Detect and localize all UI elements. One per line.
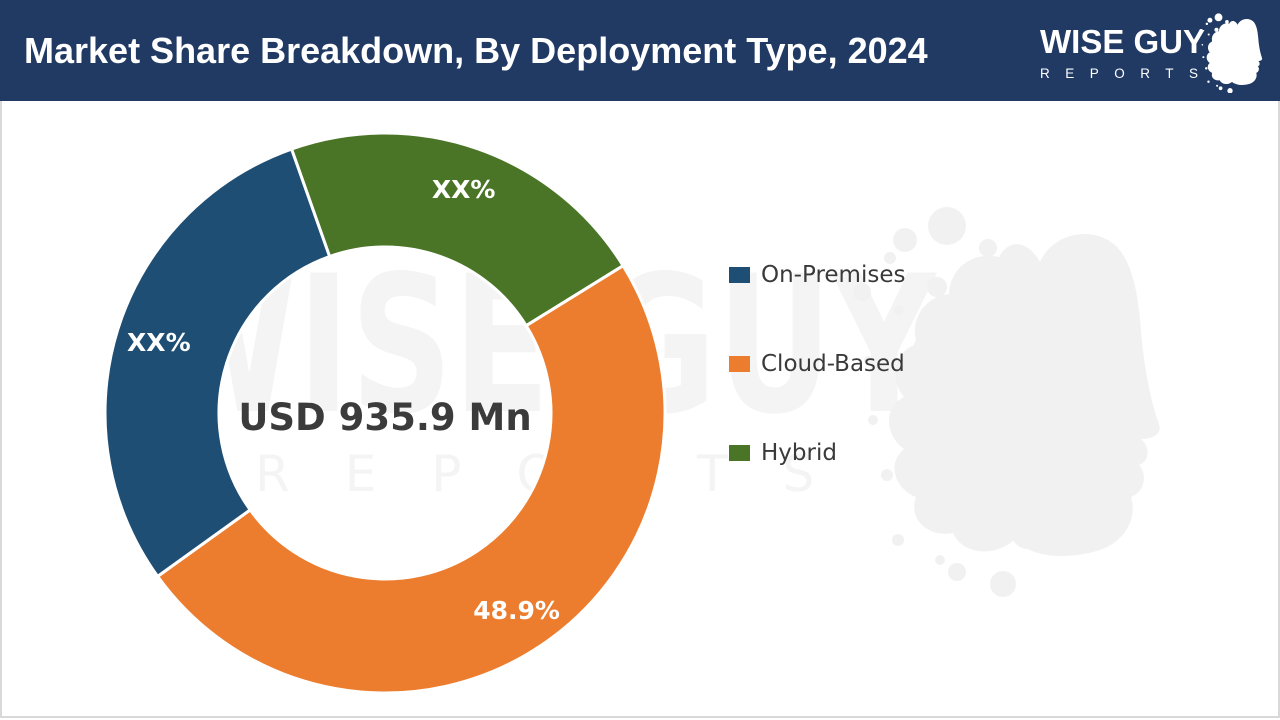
donut-center-label: USD 935.9 Mn <box>238 396 531 439</box>
legend-swatch-icon <box>729 356 750 372</box>
legend-label: Cloud-Based <box>761 351 905 377</box>
legend-label: Hybrid <box>761 440 837 466</box>
legend-item-cloud-based: Cloud-Based <box>729 348 905 380</box>
page-title: Market Share Breakdown, By Deployment Ty… <box>24 30 928 71</box>
legend-item-on-premises: On-Premises <box>729 259 905 291</box>
logo-face-icon <box>1199 13 1263 93</box>
logo-subtext: REPORTS <box>1040 66 1214 81</box>
logo-wordmark: WISE GUY <box>1040 23 1205 60</box>
chart-area: WISE GUY REPORTS XX%48.9%XX% USD 935.9 M… <box>0 101 1280 718</box>
slice-value-label: 48.9% <box>473 596 560 625</box>
wise-guy-reports-logo: WISE GUY REPORTS <box>1040 13 1263 93</box>
header-bar: Market Share Breakdown, By Deployment Ty… <box>0 0 1280 101</box>
donut-segment-on-premises <box>103 147 332 578</box>
legend-swatch-icon <box>729 445 750 461</box>
slice-value-label: XX% <box>127 328 191 357</box>
legend: On-Premises Cloud-Based Hybrid <box>729 259 905 526</box>
legend-item-hybrid: Hybrid <box>729 437 905 469</box>
donut-chart: XX% 48.9% XX% USD 935.9 Mn <box>103 131 667 695</box>
legend-label: On-Premises <box>761 262 906 288</box>
slice-value-label: XX% <box>432 175 496 204</box>
legend-swatch-icon <box>729 267 750 283</box>
